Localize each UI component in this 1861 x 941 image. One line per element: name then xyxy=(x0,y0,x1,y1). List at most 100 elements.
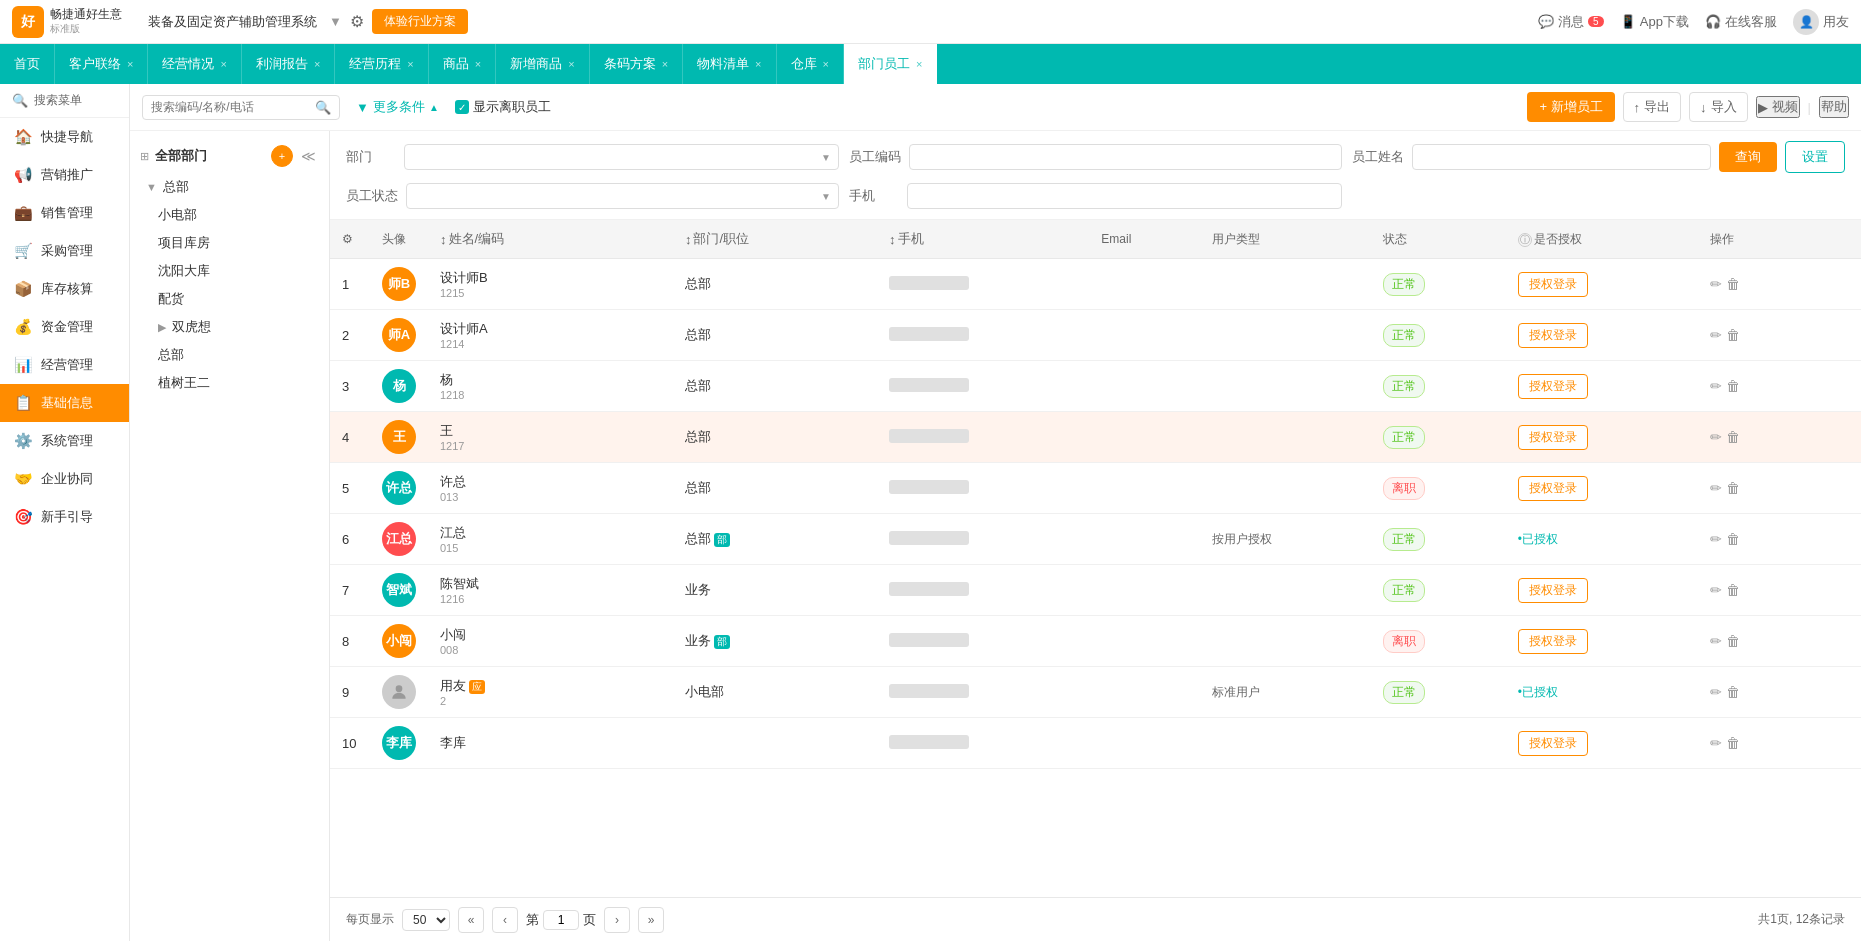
app-download-button[interactable]: 📱 App下载 xyxy=(1620,13,1689,31)
nav-tab-1[interactable]: 客户联络× xyxy=(55,44,148,84)
message-button[interactable]: 💬 消息 5 xyxy=(1538,13,1604,31)
tab-close-icon-1[interactable]: × xyxy=(127,58,133,70)
filter-dept-select[interactable] xyxy=(404,144,839,170)
tab-close-icon-6[interactable]: × xyxy=(568,58,574,70)
sidebar-item-3[interactable]: 🛒采购管理 xyxy=(0,232,129,270)
show-resigned-toggle[interactable]: ✓ 显示离职员工 xyxy=(455,98,551,116)
dropdown-icon[interactable]: ▼ xyxy=(329,14,342,29)
first-page-button[interactable]: « xyxy=(458,907,484,933)
delete-button-0[interactable]: 🗑 xyxy=(1726,276,1740,292)
edit-button-1[interactable]: ✏ xyxy=(1710,327,1722,343)
tab-close-icon-7[interactable]: × xyxy=(662,58,668,70)
edit-button-0[interactable]: ✏ xyxy=(1710,276,1722,292)
sidebar-item-0[interactable]: 🏠快捷导航 xyxy=(0,118,129,156)
dept-add-button[interactable]: + xyxy=(271,145,293,167)
dept-node-2[interactable]: 项目库房 xyxy=(130,229,329,257)
tab-close-icon-5[interactable]: × xyxy=(475,58,481,70)
nav-tab-2[interactable]: 经营情况× xyxy=(148,44,241,84)
sidebar-item-7[interactable]: 📋基础信息 xyxy=(0,384,129,422)
tab-close-icon-8[interactable]: × xyxy=(755,58,761,70)
sidebar-item-5[interactable]: 💰资金管理 xyxy=(0,308,129,346)
sidebar-item-8[interactable]: ⚙️系统管理 xyxy=(0,422,129,460)
edit-button-5[interactable]: ✏ xyxy=(1710,531,1722,547)
sidebar-search[interactable]: 🔍搜索菜单 xyxy=(0,84,129,118)
sidebar-item-10[interactable]: 🎯新手引导 xyxy=(0,498,129,536)
help-button[interactable]: 帮助 xyxy=(1819,96,1849,118)
prev-page-button[interactable]: ‹ xyxy=(492,907,518,933)
dept-node-4[interactable]: 配货 xyxy=(130,285,329,313)
col-settings[interactable]: ⚙ xyxy=(330,220,370,259)
nav-tab-5[interactable]: 商品× xyxy=(429,44,496,84)
filter-phone-input[interactable] xyxy=(907,183,1342,209)
search-input[interactable] xyxy=(151,100,311,114)
next-page-button[interactable]: › xyxy=(604,907,630,933)
edit-button-3[interactable]: ✏ xyxy=(1710,429,1722,445)
delete-button-4[interactable]: 🗑 xyxy=(1726,480,1740,496)
sidebar-item-2[interactable]: 💼销售管理 xyxy=(0,194,129,232)
nav-tab-6[interactable]: 新增商品× xyxy=(496,44,589,84)
page-input[interactable] xyxy=(543,910,579,930)
filter-emp-code-input[interactable] xyxy=(909,144,1342,170)
filter-status-select[interactable] xyxy=(406,183,839,209)
filter-emp-name-input[interactable] xyxy=(1412,144,1711,170)
import-button[interactable]: ↓ 导入 xyxy=(1689,92,1748,122)
dept-node-5[interactable]: ▶双虎想 xyxy=(130,313,329,341)
nav-tab-8[interactable]: 物料清单× xyxy=(683,44,776,84)
info-icon[interactable]: ⓘ xyxy=(1518,233,1532,247)
set-button[interactable]: 设置 xyxy=(1785,141,1845,173)
authorize-button-4[interactable]: 授权登录 xyxy=(1518,476,1588,501)
tab-close-icon-4[interactable]: × xyxy=(407,58,413,70)
delete-button-5[interactable]: 🗑 xyxy=(1726,531,1740,547)
export-button[interactable]: ↑ 导出 xyxy=(1623,92,1682,122)
page-size-select[interactable]: 50 xyxy=(402,909,450,931)
delete-button-3[interactable]: 🗑 xyxy=(1726,429,1740,445)
tab-close-icon-3[interactable]: × xyxy=(314,58,320,70)
authorize-button-3[interactable]: 授权登录 xyxy=(1518,425,1588,450)
dept-node-3[interactable]: 沈阳大库 xyxy=(130,257,329,285)
gear-icon[interactable]: ⚙ xyxy=(350,12,364,31)
authorize-button-0[interactable]: 授权登录 xyxy=(1518,272,1588,297)
edit-button-7[interactable]: ✏ xyxy=(1710,633,1722,649)
nav-tab-4[interactable]: 经营历程× xyxy=(335,44,428,84)
nav-tab-7[interactable]: 条码方案× xyxy=(590,44,683,84)
col-dept[interactable]: ↕部门/职位 xyxy=(673,220,877,259)
query-button[interactable]: 查询 xyxy=(1719,142,1777,172)
delete-button-9[interactable]: 🗑 xyxy=(1726,735,1740,751)
authorize-button-2[interactable]: 授权登录 xyxy=(1518,374,1588,399)
dept-node-7[interactable]: 植树王二 xyxy=(130,369,329,397)
authorize-button-6[interactable]: 授权登录 xyxy=(1518,578,1588,603)
edit-button-9[interactable]: ✏ xyxy=(1710,735,1722,751)
view-button[interactable]: ▶ 视频 xyxy=(1756,96,1800,118)
dept-list-icon[interactable]: ⊞ xyxy=(140,150,149,163)
delete-button-2[interactable]: 🗑 xyxy=(1726,378,1740,394)
nav-tab-0[interactable]: 首页 xyxy=(0,44,55,84)
sidebar-item-6[interactable]: 📊经营管理 xyxy=(0,346,129,384)
delete-button-1[interactable]: 🗑 xyxy=(1726,327,1740,343)
add-employee-button[interactable]: + 新增员工 xyxy=(1527,92,1614,122)
edit-button-2[interactable]: ✏ xyxy=(1710,378,1722,394)
experience-button[interactable]: 体验行业方案 xyxy=(372,9,468,34)
tab-close-icon-9[interactable]: × xyxy=(823,58,829,70)
sidebar-item-9[interactable]: 🤝企业协同 xyxy=(0,460,129,498)
authorize-button-9[interactable]: 授权登录 xyxy=(1518,731,1588,756)
delete-button-7[interactable]: 🗑 xyxy=(1726,633,1740,649)
edit-button-8[interactable]: ✏ xyxy=(1710,684,1722,700)
dept-node-1[interactable]: 小电部 xyxy=(130,201,329,229)
col-phone[interactable]: ↕手机 xyxy=(877,220,1089,259)
authorize-button-7[interactable]: 授权登录 xyxy=(1518,629,1588,654)
online-service-button[interactable]: 🎧 在线客服 xyxy=(1705,13,1777,31)
delete-button-6[interactable]: 🗑 xyxy=(1726,582,1740,598)
dept-node-6[interactable]: 总部 xyxy=(130,341,329,369)
sidebar-item-1[interactable]: 📢营销推广 xyxy=(0,156,129,194)
delete-button-8[interactable]: 🗑 xyxy=(1726,684,1740,700)
user-menu-button[interactable]: 👤 用友 xyxy=(1793,9,1849,35)
dept-collapse-button[interactable]: ≪ xyxy=(297,145,319,167)
sidebar-item-4[interactable]: 📦库存核算 xyxy=(0,270,129,308)
last-page-button[interactable]: » xyxy=(638,907,664,933)
filter-more-button[interactable]: ▼ 更多条件 ▲ xyxy=(348,94,447,120)
dept-node-0[interactable]: ▼总部 xyxy=(130,173,329,201)
edit-button-4[interactable]: ✏ xyxy=(1710,480,1722,496)
tab-close-icon-10[interactable]: × xyxy=(916,58,922,70)
nav-tab-3[interactable]: 利润报告× xyxy=(242,44,335,84)
nav-tab-10[interactable]: 部门员工× xyxy=(844,44,937,84)
